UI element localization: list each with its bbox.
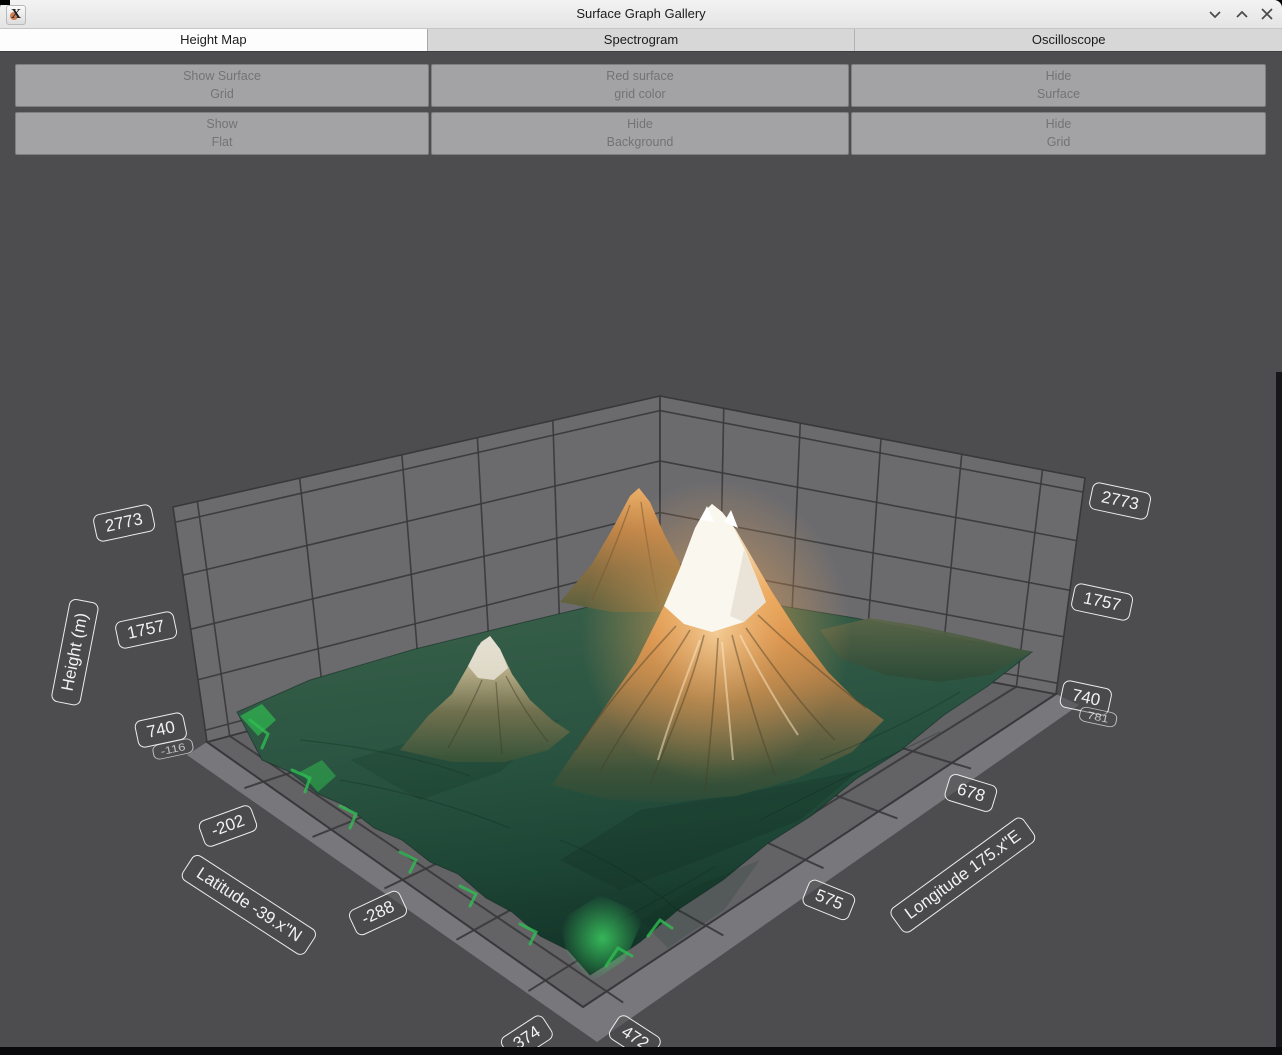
show-flat-button[interactable]: Show Flat (15, 112, 429, 155)
button-label: Background (432, 134, 848, 152)
button-label: Show (16, 116, 428, 134)
maximize-icon[interactable] (1233, 6, 1251, 22)
tab-height-map[interactable]: Height Map (0, 29, 428, 51)
tab-bar: Height Map Spectrogram Oscilloscope (0, 29, 1282, 52)
button-label: Grid (852, 134, 1265, 152)
button-label: grid color (432, 86, 848, 104)
desktop-strip-bottom (0, 1047, 1282, 1055)
hide-grid-button[interactable]: Hide Grid (851, 112, 1266, 155)
minimize-icon[interactable] (1206, 6, 1224, 22)
hide-surface-button[interactable]: Hide Surface (851, 64, 1266, 107)
hide-background-button[interactable]: Hide Background (431, 112, 849, 155)
tab-oscilloscope[interactable]: Oscilloscope (855, 29, 1282, 51)
button-label: Hide (852, 116, 1265, 134)
window-title: Surface Graph Gallery (0, 0, 1282, 28)
desktop-corner-notch (0, 0, 10, 5)
surface-plot-3d[interactable]: Height (m) 2773 1757 740 -116 2773 1757 … (0, 160, 1282, 1047)
tab-spectrogram[interactable]: Spectrogram (428, 29, 856, 51)
red-surface-grid-color-button[interactable]: Red surface grid color (431, 64, 849, 107)
button-label: Red surface (432, 68, 848, 86)
button-label: Hide (432, 116, 848, 134)
button-label: Surface (852, 86, 1265, 104)
close-icon[interactable] (1258, 6, 1276, 22)
button-label: Hide (852, 68, 1265, 86)
app-window: X Surface Graph Gallery Height Map Spect… (0, 0, 1282, 1047)
button-label: Show Surface (16, 68, 428, 86)
show-surface-grid-button[interactable]: Show Surface Grid (15, 64, 429, 107)
button-label: Grid (16, 86, 428, 104)
button-label: Flat (16, 134, 428, 152)
titlebar[interactable]: X Surface Graph Gallery (0, 0, 1282, 29)
desktop-strip-right (1276, 372, 1282, 1047)
